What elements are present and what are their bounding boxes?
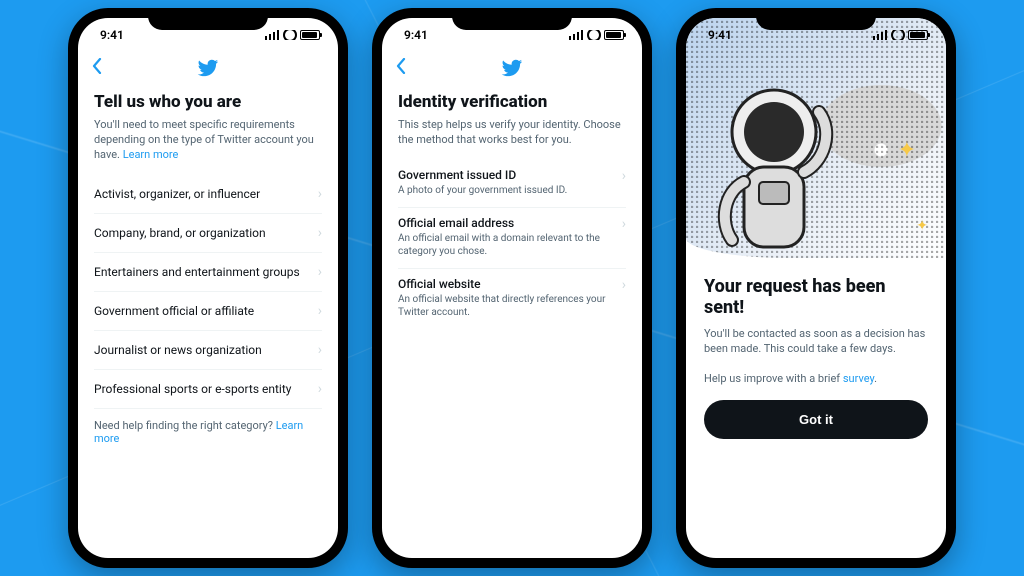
category-label: Company, brand, or organization — [94, 226, 266, 240]
page-subtitle: You'll need to meet specific requirement… — [94, 118, 322, 163]
wifi-icon — [587, 30, 601, 40]
helper-text-a: Need help finding the right category? — [94, 419, 276, 432]
notch — [452, 8, 572, 30]
astronaut-illustration — [704, 72, 854, 262]
helper-text: Need help finding the right category? Le… — [94, 419, 322, 445]
page-title: Tell us who you are — [94, 92, 322, 112]
notch — [148, 8, 268, 30]
screen-identity-verification: 9:41 Identity verification This step hel… — [382, 18, 642, 558]
method-official-website[interactable]: Official website An official website tha… — [398, 269, 626, 329]
content-area: Tell us who you are You'll need to meet … — [78, 84, 338, 558]
battery-icon — [300, 30, 320, 40]
category-row-sports[interactable]: Professional sports or e-sports entity › — [94, 370, 322, 409]
survey-text: Help us improve with a brief survey. — [704, 371, 928, 386]
learn-more-link[interactable]: Learn more — [123, 148, 179, 161]
method-official-email[interactable]: Official email address An official email… — [398, 208, 626, 269]
back-button[interactable] — [396, 58, 406, 74]
category-row-journalist[interactable]: Journalist or news organization › — [94, 331, 322, 370]
status-time: 9:41 — [404, 28, 428, 42]
signal-icon — [569, 30, 584, 40]
chevron-right-icon: › — [318, 342, 322, 358]
content-area: Your request has been sent! You'll be co… — [686, 258, 946, 439]
status-indicators — [873, 30, 928, 40]
method-desc: An official website that directly refere… — [398, 293, 626, 319]
chevron-right-icon: › — [318, 381, 322, 397]
twitter-bird-icon — [197, 57, 219, 79]
status-indicators — [569, 30, 624, 40]
survey-link[interactable]: survey — [843, 372, 874, 385]
category-label: Entertainers and entertainment groups — [94, 265, 300, 279]
category-row-activist[interactable]: Activist, organizer, or influencer › — [94, 175, 322, 214]
page-subtitle: This step helps us verify your identity.… — [398, 118, 626, 148]
method-government-id[interactable]: Government issued ID A photo of your gov… — [398, 160, 626, 208]
chevron-right-icon: › — [622, 168, 626, 184]
chevron-right-icon: › — [318, 264, 322, 280]
category-label: Government official or affiliate — [94, 304, 254, 318]
content-area: Identity verification This step helps us… — [382, 84, 642, 558]
chevron-right-icon: › — [318, 225, 322, 241]
status-time: 9:41 — [708, 28, 732, 42]
category-row-company[interactable]: Company, brand, or organization › — [94, 214, 322, 253]
notch — [756, 8, 876, 30]
category-row-entertainers[interactable]: Entertainers and entertainment groups › — [94, 253, 322, 292]
back-button[interactable] — [92, 58, 102, 74]
method-desc: A photo of your government issued ID. — [398, 184, 626, 197]
chevron-right-icon: › — [318, 186, 322, 202]
page-title: Identity verification — [398, 92, 626, 112]
status-indicators — [265, 30, 320, 40]
screen-request-sent: 9:41 ✦ ✦ Your request has been sent — [686, 18, 946, 558]
category-label: Journalist or news organization — [94, 343, 262, 357]
star-icon: ✦ — [898, 138, 916, 163]
status-time: 9:41 — [100, 28, 124, 42]
battery-icon — [604, 30, 624, 40]
page-title: Your request has been sent! — [704, 276, 928, 318]
category-label: Activist, organizer, or influencer — [94, 187, 260, 201]
phone-mockup-3: 9:41 ✦ ✦ Your request has been sent — [676, 8, 956, 568]
signal-icon — [265, 30, 280, 40]
nav-bar — [382, 52, 642, 84]
star-icon: ✦ — [916, 218, 928, 234]
chevron-right-icon: › — [318, 303, 322, 319]
body-text: You'll be contacted as soon as a decisio… — [704, 326, 928, 357]
battery-icon — [908, 30, 928, 40]
survey-text-b: . — [874, 372, 877, 385]
nav-bar — [78, 52, 338, 84]
twitter-bird-icon — [501, 57, 523, 79]
signal-icon — [873, 30, 888, 40]
hero-illustration: ✦ ✦ — [686, 18, 946, 258]
got-it-button[interactable]: Got it — [704, 400, 928, 439]
category-row-government[interactable]: Government official or affiliate › — [94, 292, 322, 331]
wifi-icon — [891, 30, 905, 40]
chevron-right-icon: › — [622, 216, 626, 232]
phone-mockup-1: 9:41 Tell us who you are You'll need to … — [68, 8, 348, 568]
method-desc: An official email with a domain relevant… — [398, 232, 626, 258]
method-title: Official website — [398, 277, 626, 291]
wifi-icon — [283, 30, 297, 40]
screen-who-you-are: 9:41 Tell us who you are You'll need to … — [78, 18, 338, 558]
survey-text-a: Help us improve with a brief — [704, 372, 843, 385]
category-label: Professional sports or e-sports entity — [94, 382, 291, 396]
chevron-right-icon: › — [622, 277, 626, 293]
method-title: Official email address — [398, 216, 626, 230]
method-title: Government issued ID — [398, 168, 626, 182]
phone-mockup-2: 9:41 Identity verification This step hel… — [372, 8, 652, 568]
